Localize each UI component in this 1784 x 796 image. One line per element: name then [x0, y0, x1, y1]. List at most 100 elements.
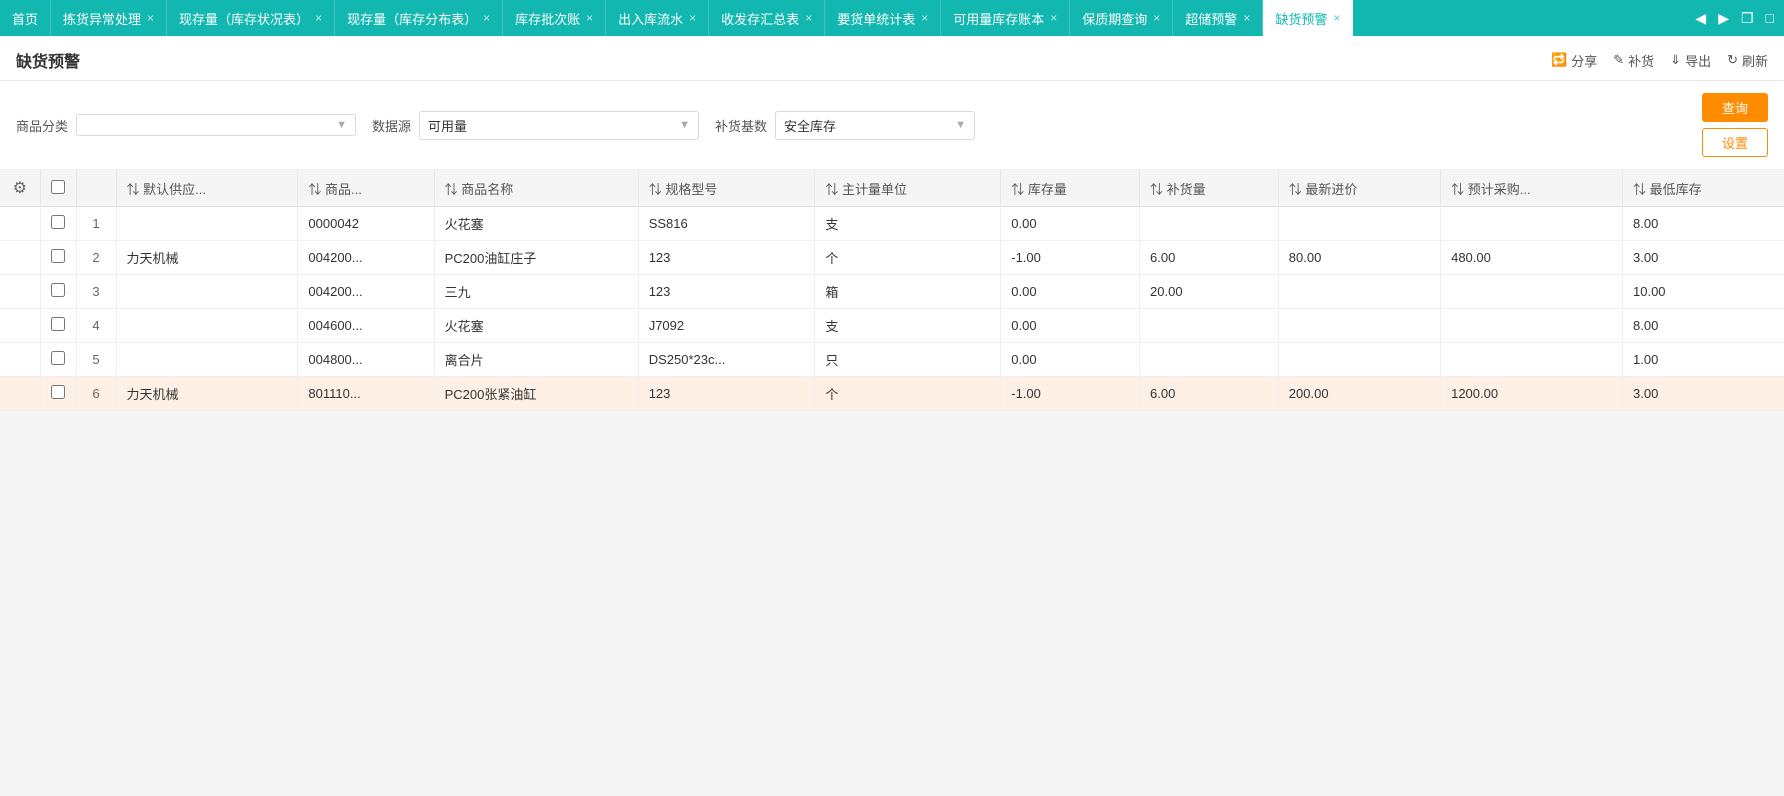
tab-overstock-warning[interactable]: 超储预警 ×	[1173, 0, 1263, 36]
row-min-inventory: 3.00	[1623, 241, 1784, 275]
sort-icon: ⇅	[1289, 182, 1302, 197]
row-checkbox[interactable]	[51, 317, 65, 331]
data-table: ⚙ ⇅ 默认供应... ⇅ 商品... ⇅	[0, 170, 1784, 411]
share-button[interactable]: 🔁 分享	[1551, 51, 1597, 70]
th-inventory[interactable]: ⇅ 库存量	[1001, 170, 1140, 207]
chevron-down-icon: ▼	[955, 119, 966, 131]
row-product-name: PC200张紧油缸	[434, 377, 638, 411]
datasource-select[interactable]: 可用量 ▼	[419, 111, 699, 140]
row-product-code: 004200...	[298, 275, 434, 309]
close-icon[interactable]: ×	[1153, 11, 1160, 25]
category-select[interactable]: ▼	[76, 114, 356, 136]
select-all-checkbox[interactable]	[51, 180, 65, 194]
row-checkbox[interactable]	[51, 215, 65, 229]
row-checkbox[interactable]	[51, 385, 65, 399]
row-default-supplier	[116, 343, 298, 377]
tab-order-stats[interactable]: 要货单统计表 ×	[825, 0, 941, 36]
row-spec: 123	[638, 241, 815, 275]
row-estimated-purchase	[1441, 275, 1623, 309]
tab-inout-flow[interactable]: 出入库流水 ×	[606, 0, 709, 36]
row-inventory: 0.00	[1001, 207, 1140, 241]
sort-icon: ⇅	[1451, 182, 1464, 197]
row-default-supplier: 力天机械	[116, 241, 298, 275]
th-default-supplier[interactable]: ⇅ 默认供应...	[116, 170, 298, 207]
tab-inventory-dist[interactable]: 现存量（库存分布表） ×	[335, 0, 503, 36]
sort-icon: ⇅	[308, 182, 321, 197]
close-icon[interactable]: ×	[586, 11, 593, 25]
tab-navigation: ◀ ▶ ❐ □	[1685, 8, 1784, 29]
refresh-icon: ↻	[1727, 52, 1738, 68]
tab-fullscreen-icon[interactable]: □	[1760, 8, 1780, 28]
th-spec[interactable]: ⇅ 规格型号	[638, 170, 815, 207]
row-replenish-qty: 6.00	[1140, 241, 1279, 275]
row-min-inventory: 8.00	[1623, 309, 1784, 343]
close-icon[interactable]: ×	[921, 11, 928, 25]
row-product-name: 火花塞	[434, 207, 638, 241]
sort-icon: ⇅	[1150, 182, 1163, 197]
replenish-basis-value: 安全库存	[784, 116, 836, 135]
replenish-button[interactable]: ✎ 补货	[1613, 51, 1654, 70]
refresh-button[interactable]: ↻ 刷新	[1727, 51, 1768, 70]
th-replenish-qty[interactable]: ⇅ 补货量	[1140, 170, 1279, 207]
tab-inventory-status[interactable]: 现存量（库存状况表） ×	[167, 0, 335, 36]
gear-icon[interactable]: ⚙	[13, 180, 27, 197]
query-button[interactable]: 查询	[1702, 93, 1768, 122]
row-replenish-qty	[1140, 309, 1279, 343]
settings-button[interactable]: 设置	[1702, 128, 1768, 157]
sort-icon: ⇅	[825, 182, 838, 197]
filter-actions: 查询 设置	[1702, 93, 1768, 157]
row-default-supplier	[116, 309, 298, 343]
table-row: 4 004600... 火花塞 J7092 支 0.00 8.00	[0, 309, 1784, 343]
tab-pick-exception[interactable]: 拣货异常处理 ×	[51, 0, 167, 36]
row-spec: SS816	[638, 207, 815, 241]
close-icon[interactable]: ×	[147, 11, 154, 25]
tab-batch-account[interactable]: 库存批次账 ×	[503, 0, 606, 36]
tab-prev-icon[interactable]: ◀	[1689, 8, 1712, 29]
row-spec: J7092	[638, 309, 815, 343]
row-product-code: 801110...	[298, 377, 434, 411]
close-icon[interactable]: ×	[689, 11, 696, 25]
row-settings-cell	[0, 377, 40, 411]
close-icon[interactable]: ×	[483, 11, 490, 25]
close-icon[interactable]: ×	[1243, 11, 1250, 25]
row-inventory: 0.00	[1001, 343, 1140, 377]
th-product-code[interactable]: ⇅ 商品...	[298, 170, 434, 207]
th-product-name[interactable]: ⇅ 商品名称	[434, 170, 638, 207]
replenish-basis-filter-group: 补货基数 安全库存 ▼	[715, 111, 975, 140]
replenish-basis-select[interactable]: 安全库存 ▼	[775, 111, 975, 140]
close-icon[interactable]: ×	[1333, 11, 1340, 25]
tab-home[interactable]: 首页	[0, 0, 51, 36]
th-checkbox	[40, 170, 76, 207]
close-icon[interactable]: ×	[805, 11, 812, 25]
close-icon[interactable]: ×	[315, 11, 322, 25]
row-latest-price	[1278, 275, 1440, 309]
export-button[interactable]: ⇓ 导出	[1670, 51, 1711, 70]
row-estimated-purchase	[1441, 343, 1623, 377]
row-checkbox[interactable]	[51, 283, 65, 297]
tab-shortage-warning[interactable]: 缺货预警 ×	[1263, 0, 1353, 36]
row-settings-cell	[0, 207, 40, 241]
th-unit[interactable]: ⇅ 主计量单位	[815, 170, 1001, 207]
row-default-supplier	[116, 275, 298, 309]
row-checkbox-cell	[40, 241, 76, 275]
row-num: 1	[76, 207, 116, 241]
th-latest-price[interactable]: ⇅ 最新进价	[1278, 170, 1440, 207]
th-min-inventory[interactable]: ⇅ 最低库存	[1623, 170, 1784, 207]
row-replenish-qty	[1140, 343, 1279, 377]
row-checkbox[interactable]	[51, 249, 65, 263]
row-latest-price: 80.00	[1278, 241, 1440, 275]
tab-available-ledger[interactable]: 可用量库存账本 ×	[941, 0, 1070, 36]
sort-icon: ⇅	[1011, 182, 1024, 197]
tab-restore-icon[interactable]: ❐	[1735, 8, 1760, 29]
tab-expiry-query[interactable]: 保质期查询 ×	[1070, 0, 1173, 36]
th-estimated-purchase[interactable]: ⇅ 预计采购...	[1441, 170, 1623, 207]
datasource-filter-group: 数据源 可用量 ▼	[372, 111, 699, 140]
row-min-inventory: 1.00	[1623, 343, 1784, 377]
close-icon[interactable]: ×	[1050, 11, 1057, 25]
row-num: 6	[76, 377, 116, 411]
th-settings: ⚙	[0, 170, 40, 207]
sort-icon: ⇅	[445, 182, 458, 197]
tab-next-icon[interactable]: ▶	[1712, 8, 1735, 29]
tab-receive-summary[interactable]: 收发存汇总表 ×	[709, 0, 825, 36]
row-checkbox[interactable]	[51, 351, 65, 365]
